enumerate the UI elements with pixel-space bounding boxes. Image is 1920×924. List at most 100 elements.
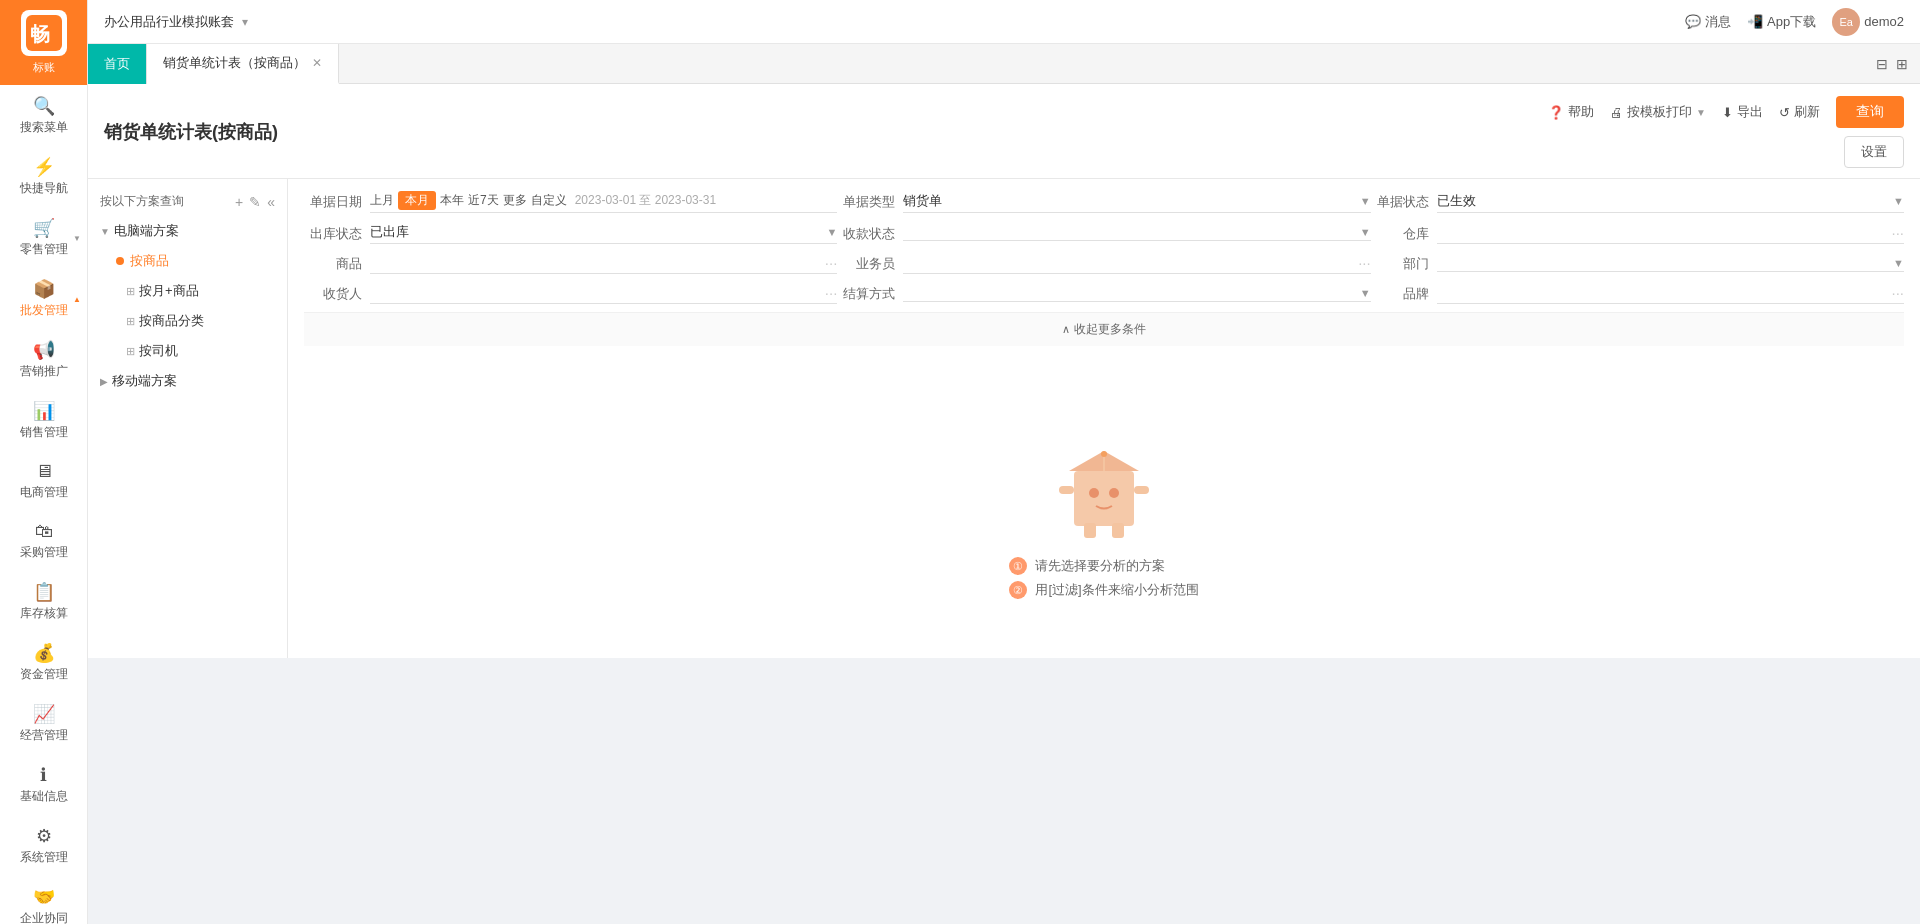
goods-input[interactable]: ··· [370, 254, 837, 274]
print-icon: 🖨 [1610, 105, 1623, 120]
date-prev-btn[interactable]: 上月 [370, 192, 394, 209]
date-custom-btn[interactable]: 自定义 [531, 192, 567, 209]
tree-item-by-product[interactable]: 按商品 [88, 246, 287, 276]
sidebar-item-search[interactable]: 🔍 搜索菜单 [0, 85, 87, 146]
help-btn[interactable]: ❓ 帮助 [1548, 103, 1594, 121]
tab-minimize-icon[interactable]: ⊟ [1876, 56, 1888, 72]
tree-item-month-product[interactable]: ⊞ 按月+商品 [88, 276, 287, 306]
doc-status-input[interactable]: 已生效 ▼ [1437, 192, 1904, 213]
sidebar-item-enterprise-collab[interactable]: 🤝 企业协同 [0, 876, 87, 924]
warehouse-input[interactable]: ··· [1437, 224, 1904, 244]
out-status-input[interactable]: 已出库 ▼ [370, 223, 837, 244]
goods-dots[interactable]: ··· [825, 254, 838, 271]
tree-item-product-category[interactable]: ⊞ 按商品分类 [88, 306, 287, 336]
sidebar-item-basic-info[interactable]: ℹ 基础信息 [0, 754, 87, 815]
salesman-input[interactable]: ··· [903, 254, 1370, 274]
salesman-label: 业务员 [837, 255, 895, 273]
tabbar: 首页 销货单统计表（按商品） ✕ ⊟ ⊞ [88, 44, 1920, 84]
query-button[interactable]: 查询 [1836, 96, 1904, 128]
tab-close-icon[interactable]: ✕ [312, 56, 322, 70]
sidebar-item-shortcuts[interactable]: ⚡ 快捷导航 [0, 146, 87, 207]
filter-salesman-field: 业务员 ··· [837, 254, 1370, 274]
page-title: 销货单统计表(按商品) [104, 120, 278, 144]
sidebar-item-label: 批发管理 [20, 302, 68, 319]
sidebar-item-purchase[interactable]: 🛍 采购管理 [0, 511, 87, 571]
date-7days-btn[interactable]: 近7天 [468, 192, 499, 209]
page-actions-inner: ❓ 帮助 🖨 按模板打印 ▼ ⬇ 导出 [1548, 96, 1904, 168]
tree-group-label: 电脑端方案 [114, 222, 179, 240]
message-btn[interactable]: 💬 消息 [1685, 13, 1731, 31]
tab-home[interactable]: 首页 [88, 44, 147, 84]
sidebar-item-system[interactable]: ⚙ 系统管理 [0, 815, 87, 876]
settings-button[interactable]: 设置 [1844, 136, 1904, 168]
sidebar-item-ecommerce[interactable]: 🖥 电商管理 [0, 451, 87, 511]
out-status-dropdown-icon: ▼ [826, 226, 837, 238]
collection-input[interactable]: ▼ [903, 226, 1370, 241]
message-icon: 💬 [1685, 14, 1701, 29]
print-label: 按模板打印 [1627, 103, 1692, 121]
tree-item-driver[interactable]: ⊞ 按司机 [88, 336, 287, 366]
date-year-btn[interactable]: 本年 [440, 192, 464, 209]
tip1-num: ① [1009, 557, 1027, 575]
tab-maximize-icon[interactable]: ⊞ [1896, 56, 1908, 72]
warehouse-dots[interactable]: ··· [1891, 224, 1904, 241]
topbar-right: 💬 消息 📲 App下载 Ea demo2 [1685, 8, 1904, 36]
tip2-text: 用[过滤]条件来缩小分析范围 [1035, 581, 1198, 599]
salesman-dots[interactable]: ··· [1358, 254, 1371, 271]
filter-collection-field: 收款状态 ▼ [837, 225, 1370, 243]
collapse-panel-icon[interactable]: « [267, 194, 275, 210]
month-product-icon: ⊞ [126, 285, 135, 298]
out-status-label: 出库状态 [304, 225, 362, 243]
brand-dots[interactable]: ··· [1891, 284, 1904, 301]
sales-stats-tab-label: 销货单统计表（按商品） [163, 54, 306, 72]
collapse-btn[interactable]: ∧ 收起更多条件 [304, 312, 1904, 346]
svg-point-3 [1089, 488, 1099, 498]
add-scheme-icon[interactable]: + [235, 194, 243, 210]
edit-scheme-icon[interactable]: ✎ [249, 194, 261, 210]
sidebar-item-finance[interactable]: 💰 资金管理 [0, 632, 87, 693]
doc-type-label: 单据类型 [837, 193, 895, 211]
date-more-btn[interactable]: 更多 [503, 192, 527, 209]
payment-input[interactable]: ▼ [903, 287, 1370, 302]
left-panel-header: 按以下方案查询 + ✎ « [88, 187, 287, 216]
app-download-btn[interactable]: 📲 App下载 [1747, 13, 1816, 31]
receiver-dots[interactable]: ··· [825, 284, 838, 301]
department-input[interactable]: ▼ [1437, 257, 1904, 272]
brand-input[interactable]: ··· [1437, 284, 1904, 304]
inventory-icon: 📋 [33, 581, 55, 603]
date-current-btn[interactable]: 本月 [398, 191, 436, 210]
tree-group-mobile-label[interactable]: ▶ 移动端方案 [88, 366, 287, 396]
sidebar-item-sales[interactable]: 📊 销售管理 [0, 390, 87, 451]
sidebar-item-label: 销售管理 [20, 424, 68, 441]
sidebar-item-wholesale[interactable]: 📦 批发管理 ▲ [0, 268, 87, 329]
print-btn[interactable]: 🖨 按模板打印 ▼ [1610, 103, 1706, 121]
logo-area[interactable]: 畅 标账 [0, 0, 87, 85]
doc-type-input[interactable]: 销货单 ▼ [903, 192, 1370, 213]
tree-group-pc-label[interactable]: ▼ 电脑端方案 [88, 216, 287, 246]
sidebar-item-retail[interactable]: 🛒 零售管理 ▼ [0, 207, 87, 268]
ecommerce-icon: 🖥 [35, 461, 53, 482]
doc-type-value: 销货单 [903, 192, 942, 210]
product-category-icon: ⊞ [126, 315, 135, 328]
sidebar-item-inventory[interactable]: 📋 库存核算 [0, 571, 87, 632]
filter-brand-field: 品牌 ··· [1371, 284, 1904, 304]
payment-label: 结算方式 [837, 285, 895, 303]
topbar: 办公用品行业模拟账套 ▾ 💬 消息 📲 App下载 Ea demo2 [88, 0, 1920, 44]
filter-doc-status-field: 单据状态 已生效 ▼ [1371, 192, 1904, 213]
wholesale-arrow-icon: ▲ [73, 294, 81, 303]
topbar-dropdown-icon[interactable]: ▾ [242, 15, 248, 29]
driver-icon: ⊞ [126, 345, 135, 358]
purchase-icon: 🛍 [35, 521, 53, 542]
user-btn[interactable]: Ea demo2 [1832, 8, 1904, 36]
sidebar-item-management[interactable]: 📈 经营管理 [0, 693, 87, 754]
page-actions: ❓ 帮助 🖨 按模板打印 ▼ ⬇ 导出 [1548, 96, 1904, 168]
refresh-btn[interactable]: ↺ 刷新 [1779, 103, 1820, 121]
doc-type-dropdown-icon: ▼ [1360, 195, 1371, 207]
svg-rect-2 [1074, 471, 1134, 526]
tab-sales-stats[interactable]: 销货单统计表（按商品） ✕ [147, 44, 339, 84]
sidebar-item-marketing[interactable]: 📢 营销推广 [0, 329, 87, 390]
empty-state: ① 请先选择要分析的方案 ② 用[过滤]条件来缩小分析范围 [288, 358, 1920, 658]
svg-rect-7 [1059, 486, 1074, 494]
export-btn[interactable]: ⬇ 导出 [1722, 103, 1763, 121]
receiver-input[interactable]: ··· [370, 284, 837, 304]
